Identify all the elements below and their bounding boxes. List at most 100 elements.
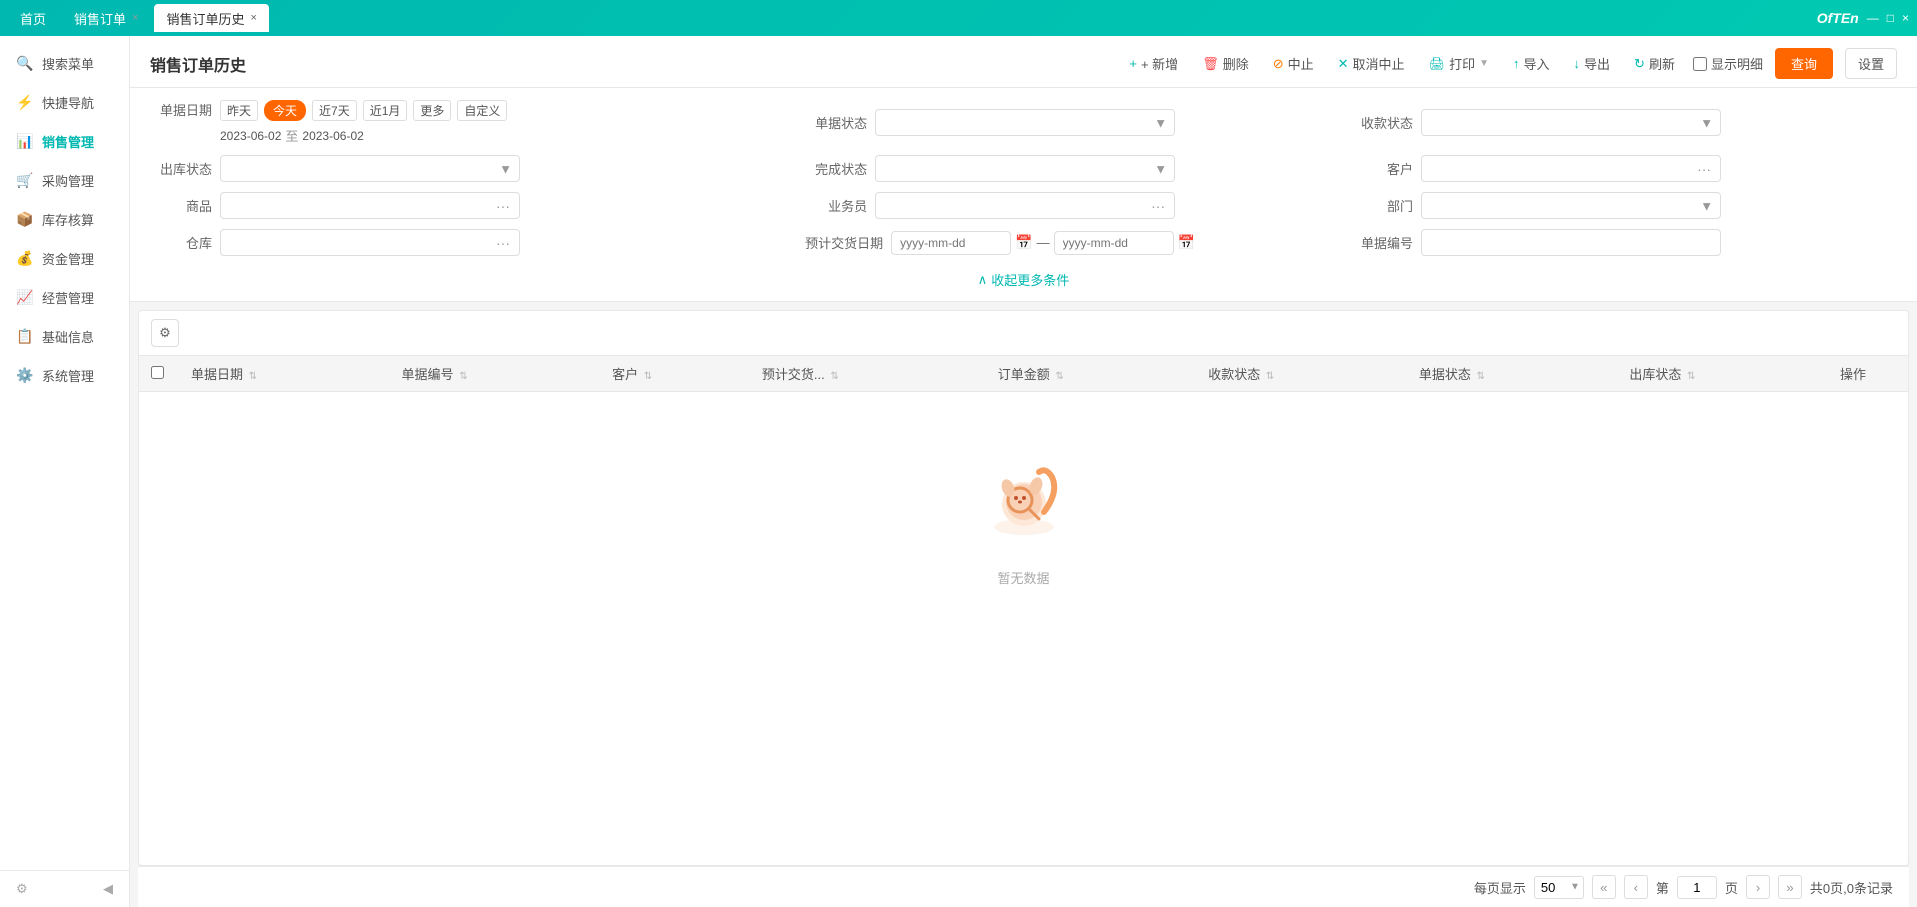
col-order-status[interactable]: 单据状态 ⇅	[1407, 356, 1618, 392]
sidebar-item-finance-mgmt[interactable]: 💰 资金管理	[0, 239, 129, 278]
delete-button[interactable]: 🗑 删除	[1196, 50, 1255, 77]
print-button[interactable]: 🖨 打印 ▼	[1423, 50, 1495, 77]
refresh-button[interactable]: ↻ 刷新	[1628, 50, 1681, 77]
goods-dots[interactable]: ···	[492, 198, 514, 214]
window-minimize[interactable]: —	[1867, 11, 1879, 25]
prev-page-button[interactable]: ‹	[1624, 875, 1648, 899]
date-input-row: 2023-06-02 至 2023-06-02	[220, 126, 507, 145]
collapse-row[interactable]: ∧ 收起更多条件	[150, 266, 1897, 289]
last-page-button[interactable]: »	[1778, 875, 1802, 899]
sidebar-item-inventory-check[interactable]: 📦 库存核算	[0, 200, 129, 239]
col-delivery-status[interactable]: 出库状态 ⇅	[1617, 356, 1828, 392]
top-bar: 首页 销售订单 × 销售订单历史 × OfTEn — □ ×	[0, 0, 1917, 36]
print-dropdown-icon: ▼	[1479, 58, 1489, 69]
order-status-label: 单据状态	[805, 113, 875, 132]
window-close[interactable]: ×	[1902, 11, 1909, 25]
table-settings-icon: ⚙	[159, 325, 171, 341]
expected-delivery-to[interactable]	[1054, 231, 1174, 255]
col-order-number[interactable]: 单据编号 ⇅	[390, 356, 601, 392]
display-detail-checkbox[interactable]	[1693, 57, 1707, 71]
col-order-date[interactable]: 单据日期 ⇅	[179, 356, 390, 392]
sidebar-item-base-info-label: 基础信息	[42, 327, 94, 346]
completion-status-select[interactable]	[875, 155, 1175, 182]
tab-home[interactable]: 首页	[8, 4, 58, 32]
sales-mgmt-icon: 📊	[16, 133, 34, 150]
salesperson-input[interactable]	[875, 192, 1175, 219]
import-button[interactable]: ↑ 导入	[1507, 50, 1556, 77]
customer-input[interactable]	[1421, 155, 1721, 182]
first-page-button[interactable]: «	[1592, 875, 1616, 899]
order-status-select[interactable]	[875, 109, 1175, 136]
page-size-select[interactable]: 10 20 50 100	[1534, 876, 1584, 899]
select-all-checkbox[interactable]	[151, 366, 164, 379]
tab-sales-order[interactable]: 销售订单 ×	[62, 4, 150, 32]
settings-button[interactable]: 设置	[1845, 48, 1897, 79]
stop-label: 中止	[1288, 54, 1314, 73]
sidebar-item-quick-nav[interactable]: ⚡ 快捷导航	[0, 83, 129, 122]
search-menu-icon: 🔍	[16, 55, 34, 72]
warehouse-input[interactable]	[220, 229, 520, 256]
salesperson-dots[interactable]: ···	[1147, 198, 1169, 214]
delivery-status-select[interactable]	[220, 155, 520, 182]
preset-more[interactable]: 更多	[413, 100, 451, 121]
stop-button[interactable]: ⊘ 中止	[1267, 50, 1320, 77]
date-range-dash: —	[1037, 235, 1050, 250]
window-maximize[interactable]: □	[1887, 11, 1894, 25]
sidebar-item-sales-mgmt[interactable]: 📊 销售管理	[0, 122, 129, 161]
purchase-mgmt-icon: 🛒	[16, 172, 34, 189]
customer-dots[interactable]: ···	[1693, 161, 1715, 177]
print-icon: 🖨	[1429, 56, 1446, 72]
brand-label: OfTEn	[1817, 10, 1859, 26]
display-detail-toggle[interactable]: 显示明细	[1693, 54, 1763, 73]
sort-delivery-status: ⇅	[1687, 371, 1695, 382]
total-text: 共0页,0条记录	[1810, 878, 1893, 897]
preset-7days[interactable]: 近7天	[312, 100, 357, 121]
receipt-status-select[interactable]	[1421, 109, 1721, 136]
col-order-amount[interactable]: 订单金额 ⇅	[986, 356, 1197, 392]
sidebar-item-finance-mgmt-label: 资金管理	[42, 249, 94, 268]
query-button[interactable]: 查询	[1775, 48, 1833, 79]
cal-from-icon[interactable]: 📅	[1015, 234, 1032, 251]
date-presets: 昨天 今天 近7天 近1月 更多 自定义	[220, 100, 507, 121]
new-button[interactable]: + + 新增	[1123, 50, 1184, 77]
expected-delivery-from[interactable]	[891, 231, 1011, 255]
goods-input[interactable]	[220, 192, 520, 219]
page-number-input[interactable]: 1	[1677, 876, 1717, 899]
col-expected-delivery[interactable]: 预计交货... ⇅	[750, 356, 986, 392]
completion-status-label: 完成状态	[805, 159, 875, 178]
ops-mgmt-icon: 📈	[16, 289, 34, 306]
export-label: 导出	[1584, 54, 1610, 73]
preset-custom[interactable]: 自定义	[457, 100, 507, 121]
empty-state: 暂无数据	[139, 392, 1908, 647]
preset-1month[interactable]: 近1月	[363, 100, 408, 121]
order-number-input[interactable]	[1421, 229, 1721, 256]
sidebar-item-ops-mgmt[interactable]: 📈 经营管理	[0, 278, 129, 317]
warehouse-dots[interactable]: ···	[492, 235, 514, 251]
preset-yesterday[interactable]: 昨天	[220, 100, 258, 121]
sidebar-collapse-icon[interactable]: ◀	[103, 881, 113, 897]
col-receipt-status[interactable]: 收款状态 ⇅	[1196, 356, 1407, 392]
pagination-bar: 每页显示 10 20 50 100 ▼ « ‹ 第 1 页 › » 共0页,0条…	[138, 866, 1909, 907]
sidebar-settings-icon[interactable]: ⚙	[16, 881, 28, 897]
cancel-stop-button[interactable]: ✕ 取消中止	[1332, 50, 1411, 77]
export-button[interactable]: ↓ 导出	[1568, 50, 1617, 77]
cal-to-icon[interactable]: 📅	[1178, 234, 1195, 251]
filter-row-3: 商品 ··· 业务员 ··· 部门	[150, 192, 1897, 219]
page-label-end: 页	[1725, 878, 1738, 897]
tab-sales-order-history[interactable]: 销售订单历史 ×	[154, 4, 268, 32]
sidebar-item-purchase-mgmt[interactable]: 🛒 采购管理	[0, 161, 129, 200]
sidebar-item-search-menu[interactable]: 🔍 搜索菜单	[0, 44, 129, 83]
table-settings-button[interactable]: ⚙	[151, 319, 179, 347]
display-detail-label: 显示明细	[1711, 54, 1763, 73]
tab-sales-order-history-close[interactable]: ×	[250, 12, 256, 24]
customer-label: 客户	[1351, 159, 1421, 178]
tab-sales-order-close[interactable]: ×	[132, 12, 138, 24]
col-customer[interactable]: 客户 ⇅	[600, 356, 750, 392]
department-select[interactable]	[1421, 192, 1721, 219]
sidebar-item-base-info[interactable]: 📋 基础信息	[0, 317, 129, 356]
preset-today[interactable]: 今天	[264, 100, 306, 121]
sidebar-item-sys-mgmt[interactable]: ⚙️ 系统管理	[0, 356, 129, 395]
next-page-button[interactable]: ›	[1746, 875, 1770, 899]
salesperson-label: 业务员	[805, 196, 875, 215]
empty-illustration	[974, 452, 1074, 552]
